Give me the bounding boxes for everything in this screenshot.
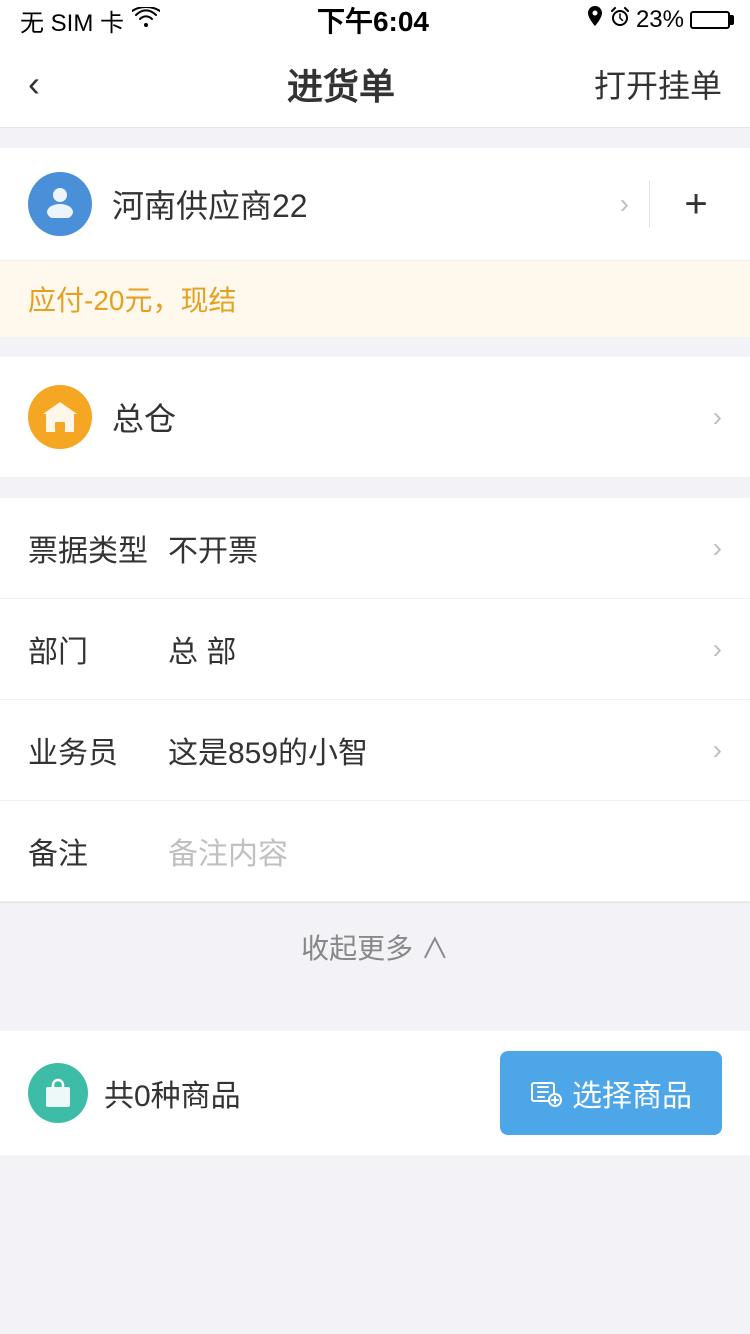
chevron-right-icon: › <box>713 633 722 665</box>
warehouse-icon-wrap <box>28 385 92 449</box>
select-product-button[interactable]: 选择商品 <box>500 1051 722 1135</box>
carrier-label: 无 SIM 卡 <box>20 3 124 38</box>
form-section: 票据类型 不开票 › 部门 总 部 › 业务员 这是859的小智 › 备注 备注… <box>0 498 750 902</box>
remark-input[interactable]: 备注内容 <box>168 829 722 873</box>
department-row[interactable]: 部门 总 部 › <box>0 599 750 700</box>
notice-bar: 应付-20元，现结 <box>0 261 750 337</box>
select-product-icon <box>530 1079 562 1107</box>
notice-text: 应付-20元，现结 <box>28 285 236 316</box>
warehouse-section: 总仓 › <box>0 357 750 478</box>
supplier-section: 河南供应商22 › + 应付-20元，现结 <box>0 148 750 337</box>
chevron-right-icon: › <box>620 188 629 220</box>
add-supplier-button[interactable]: + <box>670 178 722 230</box>
salesperson-value: 这是859的小智 <box>168 728 705 772</box>
product-count-text: 共0种商品 <box>104 1071 241 1115</box>
chevron-right-icon: › <box>713 401 722 433</box>
section-gap-1 <box>0 128 750 148</box>
bottom-bar: 共0种商品 选择商品 <box>0 1031 750 1155</box>
section-gap-2 <box>0 337 750 357</box>
status-right: 23% <box>586 6 730 35</box>
salesperson-row[interactable]: 业务员 这是859的小智 › <box>0 700 750 801</box>
remark-label: 备注 <box>28 829 168 873</box>
warehouse-icon <box>41 398 79 436</box>
remark-row[interactable]: 备注 备注内容 <box>0 801 750 902</box>
page-title: 进货单 <box>287 58 395 110</box>
department-label: 部门 <box>28 627 168 671</box>
warehouse-label: 总仓 <box>112 394 705 440</box>
collapse-row[interactable]: 收起更多 ∧ <box>0 902 750 991</box>
section-gap-4 <box>0 991 750 1011</box>
invoice-type-row[interactable]: 票据类型 不开票 › <box>0 498 750 599</box>
select-product-label: 选择商品 <box>572 1071 692 1115</box>
open-pending-button[interactable]: 打开挂单 <box>594 61 722 107</box>
back-button[interactable]: ‹ <box>28 63 88 105</box>
alarm-icon <box>610 6 630 34</box>
divider <box>649 180 650 228</box>
status-bar: 无 SIM 卡 下午6:04 23% <box>0 0 750 40</box>
chevron-right-icon: › <box>713 734 722 766</box>
collapse-text: 收起更多 ∧ <box>301 927 449 967</box>
supplier-row[interactable]: 河南供应商22 › + <box>0 148 750 261</box>
user-icon <box>42 182 78 227</box>
battery-percent: 23% <box>636 6 684 34</box>
status-time: 下午6:04 <box>317 0 429 40</box>
product-count-wrap: 共0种商品 <box>28 1063 241 1123</box>
invoice-type-value: 不开票 <box>168 526 705 570</box>
chevron-right-icon: › <box>713 532 722 564</box>
status-left: 无 SIM 卡 <box>20 3 160 38</box>
product-icon-wrap <box>28 1063 88 1123</box>
section-gap-3 <box>0 478 750 498</box>
battery-icon <box>690 11 730 29</box>
salesperson-label: 业务员 <box>28 728 168 772</box>
invoice-type-label: 票据类型 <box>28 526 168 570</box>
location-icon <box>586 6 604 35</box>
nav-bar: ‹ 进货单 打开挂单 <box>0 40 750 128</box>
shopping-bag-icon <box>40 1075 76 1111</box>
supplier-name: 河南供应商22 <box>112 181 612 227</box>
wifi-icon <box>132 6 160 34</box>
warehouse-row[interactable]: 总仓 › <box>0 357 750 478</box>
avatar <box>28 172 92 236</box>
department-value: 总 部 <box>168 627 705 671</box>
